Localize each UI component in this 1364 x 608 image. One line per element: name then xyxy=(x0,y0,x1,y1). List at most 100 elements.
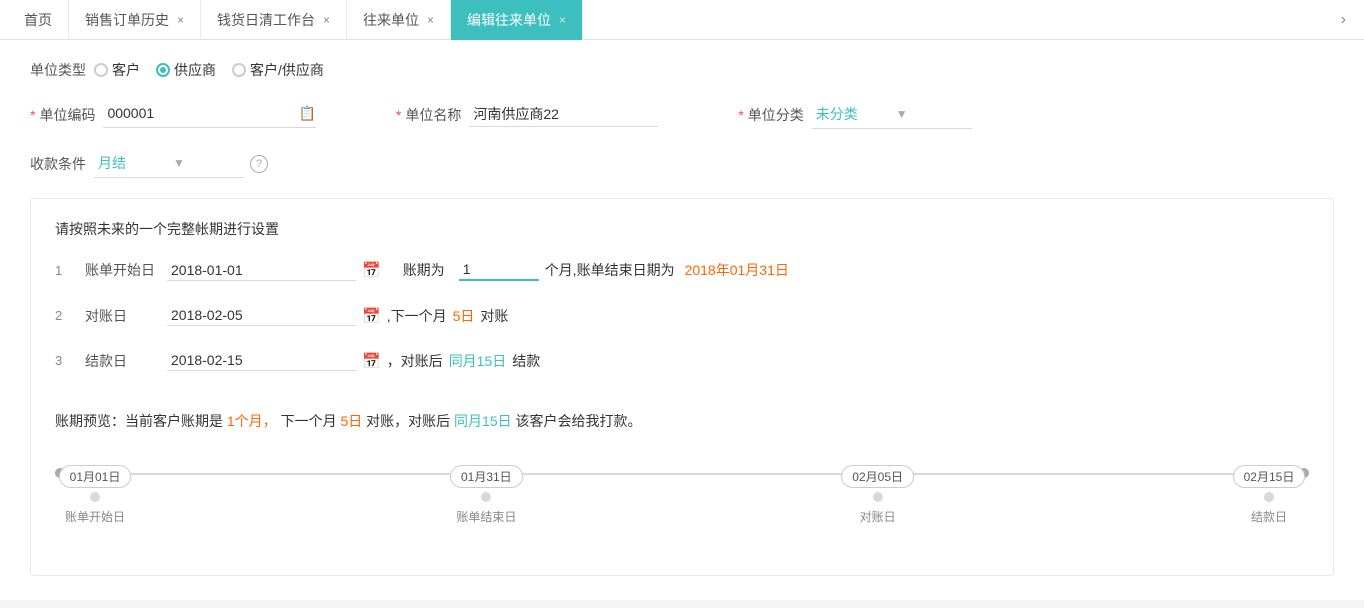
tab-edit-partner[interactable]: 编辑往来单位 × xyxy=(451,0,583,40)
tab-edit-partner-label: 编辑往来单位 xyxy=(467,10,551,30)
row-1-period-unit: 个月,账单结束日期为 xyxy=(545,260,675,280)
unit-category-label: 单位分类 xyxy=(748,105,804,125)
row-2-suffix1: ,下一个月 xyxy=(387,306,447,326)
tab-partners-close[interactable]: × xyxy=(427,13,434,27)
unit-type-radio-group: 客户 供应商 客户/供应商 xyxy=(94,60,324,80)
unit-code-label: 单位编码 xyxy=(39,105,95,125)
payment-label: 收款条件 xyxy=(30,154,86,174)
preview-suffix: 该客户会给我打款。 xyxy=(516,413,642,429)
row-1-num: 1 xyxy=(55,263,85,278)
tab-sales-history[interactable]: 销售订单历史 × xyxy=(69,0,201,40)
row-3-date-input[interactable] xyxy=(167,350,356,371)
payment-arrow-icon: ▼ xyxy=(173,156,240,170)
node-4-label: 结款日 xyxy=(1251,508,1287,525)
radio-customer-label: 客户 xyxy=(112,60,140,80)
period-row-2: 2 对账日 📅 ,下一个月 5日 对账 xyxy=(55,305,1309,326)
row-2-num: 2 xyxy=(55,308,85,323)
radio-customer-circle xyxy=(94,63,108,77)
preview-hl1: 1个月， xyxy=(227,413,277,429)
node-3-label: 对账日 xyxy=(860,508,896,525)
node-3-date: 02月05日 xyxy=(852,470,903,484)
node-3-badge: 02月05日 xyxy=(841,465,914,488)
node-2-label: 账单结束日 xyxy=(456,508,516,525)
tab-partners[interactable]: 往来单位 × xyxy=(347,0,451,40)
unit-info-row: * 单位编码 📋 * 单位名称 * 单位分类 未分类 ▼ xyxy=(30,100,1334,129)
preview-mid2: 对账，对账后 xyxy=(366,413,450,429)
unit-code-required: * xyxy=(30,107,35,123)
row-2-calendar-icon[interactable]: 📅 xyxy=(362,307,381,325)
preview-hl3: 同月15日 xyxy=(454,413,512,429)
unit-code-icon[interactable]: 📋 xyxy=(298,105,315,122)
radio-supplier-circle xyxy=(156,63,170,77)
timeline-node-3: 02月05日 对账日 xyxy=(838,465,918,525)
row-1-value: 📅 账期为 个月,账单结束日期为 2018年01月31日 xyxy=(167,259,789,281)
node-1-badge: 01月01日 xyxy=(59,465,132,488)
unit-name-input[interactable] xyxy=(469,102,658,127)
row-2-value: 📅 ,下一个月 5日 对账 xyxy=(167,305,508,326)
unit-category-required: * xyxy=(738,107,743,123)
unit-code-group: * 单位编码 📋 xyxy=(30,101,316,128)
timeline-node-4: 02月15日 结款日 xyxy=(1229,465,1309,525)
node-1-date: 01月01日 xyxy=(70,470,121,484)
row-3-calendar-icon[interactable]: 📅 xyxy=(362,352,381,370)
period-row-1: 1 账单开始日 📅 账期为 个月,账单结束日期为 2018年01月31日 xyxy=(55,259,1309,281)
node-2-date: 01月31日 xyxy=(461,470,512,484)
tab-edit-partner-close[interactable]: × xyxy=(559,13,566,27)
panel-title: 请按照未来的一个完整帐期进行设置 xyxy=(55,219,1309,239)
period-months-input[interactable] xyxy=(459,259,539,281)
tab-sales-history-label: 销售订单历史 xyxy=(85,10,169,30)
radio-both[interactable]: 客户/供应商 xyxy=(232,60,324,80)
node-1-dot xyxy=(90,492,100,502)
row-1-date-input[interactable] xyxy=(167,260,356,281)
timeline-node-1: 01月01日 账单开始日 xyxy=(55,465,135,525)
payment-help-icon[interactable]: ? xyxy=(250,155,268,173)
tabs-more-btn[interactable]: › xyxy=(1331,11,1356,29)
timeline-node-2: 01月31日 账单结束日 xyxy=(446,465,526,525)
row-3-num: 3 xyxy=(55,353,85,368)
preview-prefix: 账期预览：当前客户账期是 xyxy=(55,413,223,429)
row-2-date-input[interactable] xyxy=(167,305,356,326)
radio-supplier-label: 供应商 xyxy=(174,60,216,80)
row-3-suffix2: 结款 xyxy=(512,351,540,371)
row-3-suffix-hl: 同月15日 xyxy=(449,351,507,371)
radio-customer[interactable]: 客户 xyxy=(94,60,140,80)
row-1-label: 账单开始日 xyxy=(85,260,155,280)
tab-cash-work-close[interactable]: × xyxy=(323,13,330,27)
timeline-container: 01月01日 账单开始日 01月31日 账单结束日 xyxy=(55,455,1309,555)
tab-home[interactable]: 首页 xyxy=(8,0,69,40)
unit-category-value: 未分类 xyxy=(816,104,888,124)
radio-both-label: 客户/供应商 xyxy=(250,60,324,80)
row-1-period-end: 2018年01月31日 xyxy=(685,260,789,280)
tab-home-label: 首页 xyxy=(24,10,52,30)
payment-row: 收款条件 月结 ▼ ? xyxy=(30,149,1334,178)
node-2-dot xyxy=(481,492,491,502)
tab-partners-label: 往来单位 xyxy=(363,10,419,30)
tab-sales-history-close[interactable]: × xyxy=(177,13,184,27)
node-3-dot xyxy=(873,492,883,502)
unit-category-select[interactable]: 未分类 ▼ xyxy=(812,100,972,129)
main-content: 单位类型 客户 供应商 客户/供应商 * 单位编码 xyxy=(0,40,1364,600)
unit-type-label: 单位类型 xyxy=(30,60,86,80)
row-1-calendar-icon[interactable]: 📅 xyxy=(362,261,381,279)
tabs-bar: 首页 销售订单历史 × 钱货日清工作台 × 往来单位 × 编辑往来单位 × › xyxy=(0,0,1364,40)
node-4-badge: 02月15日 xyxy=(1233,465,1306,488)
unit-category-group: * 单位分类 未分类 ▼ xyxy=(738,100,971,129)
radio-supplier[interactable]: 供应商 xyxy=(156,60,216,80)
unit-code-input[interactable] xyxy=(103,101,292,125)
unit-name-group: * 单位名称 xyxy=(396,102,658,127)
timeline-nodes: 01月01日 账单开始日 01月31日 账单结束日 xyxy=(55,465,1309,525)
row-2-suffix2: 对账 xyxy=(480,306,508,326)
unit-type-row: 单位类型 客户 供应商 客户/供应商 xyxy=(30,60,1334,80)
row-2-suffix-hl: 5日 xyxy=(453,306,475,326)
payment-select[interactable]: 月结 ▼ xyxy=(94,149,244,178)
node-1-label: 账单开始日 xyxy=(65,508,125,525)
node-2-badge: 01月31日 xyxy=(450,465,523,488)
preview-text: 账期预览：当前客户账期是 1个月， 下一个月 5日 对账，对账后 同月15日 该… xyxy=(55,411,1309,431)
tab-cash-work[interactable]: 钱货日清工作台 × xyxy=(201,0,347,40)
payment-group: 收款条件 月结 ▼ ? xyxy=(30,149,268,178)
row-3-label: 结款日 xyxy=(85,351,155,371)
unit-name-required: * xyxy=(396,107,401,123)
payment-value: 月结 xyxy=(98,153,165,173)
radio-both-circle xyxy=(232,63,246,77)
node-4-date: 02月15日 xyxy=(1244,470,1295,484)
